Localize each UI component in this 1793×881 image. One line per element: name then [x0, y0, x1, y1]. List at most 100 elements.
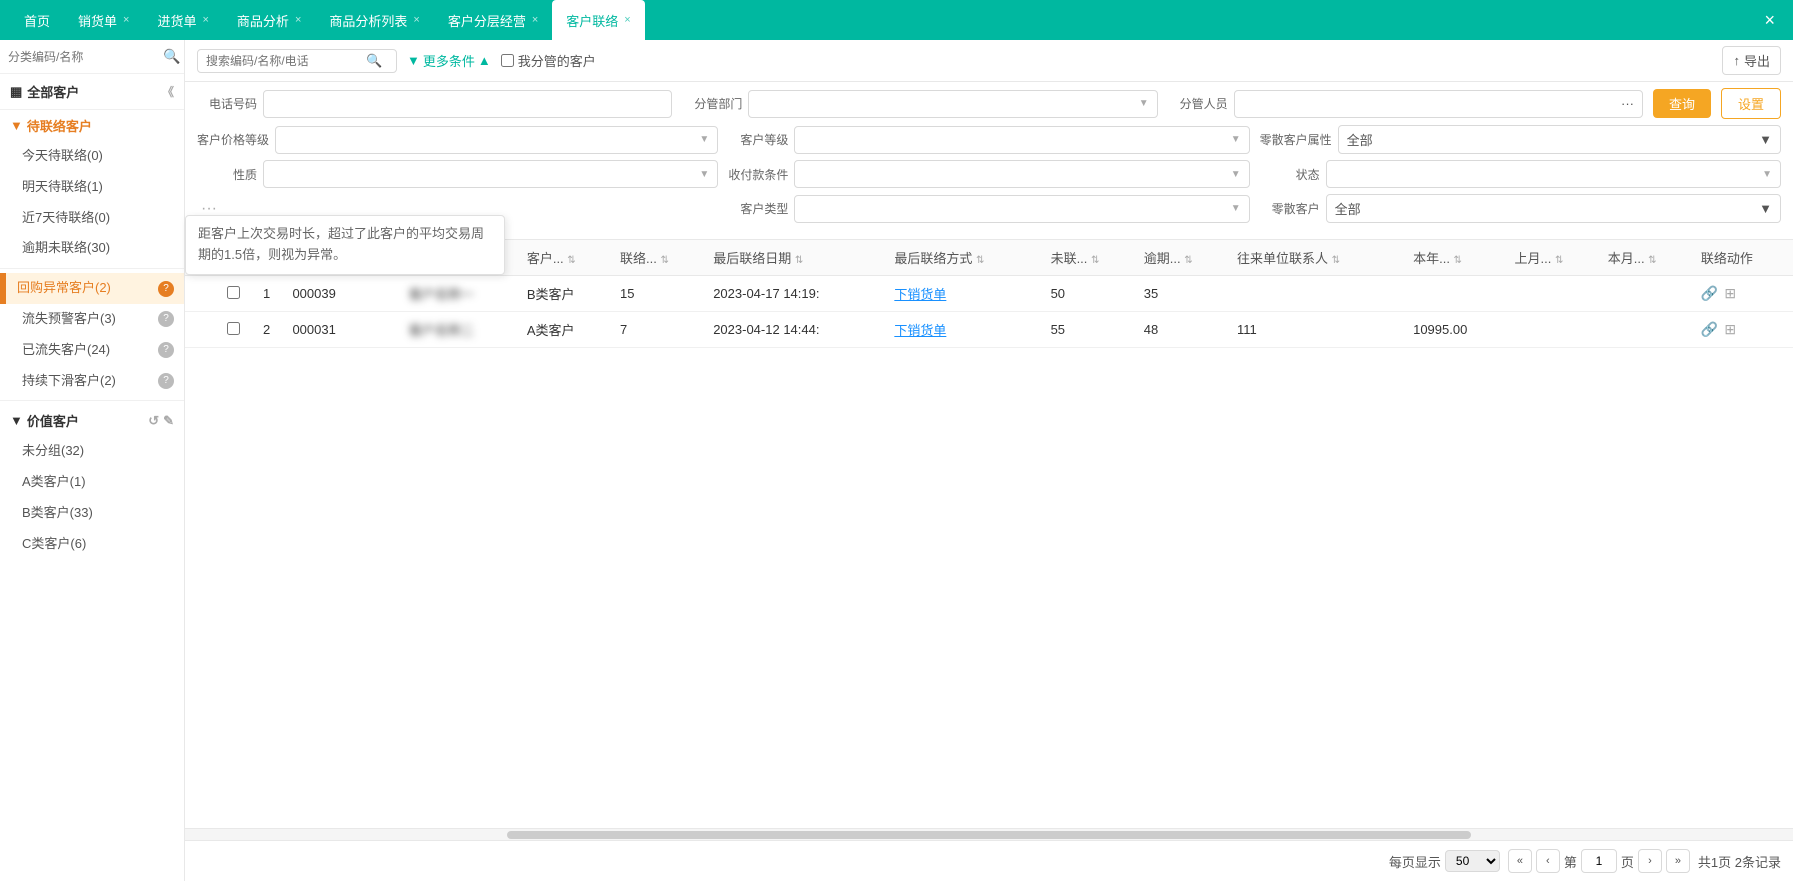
close-product-list-icon[interactable]: ×: [413, 14, 419, 26]
sidebar-item-repurchase-anomaly[interactable]: 回购异常客户(2) ?: [0, 273, 184, 304]
adv-input-manager[interactable]: ···: [1234, 90, 1643, 118]
my-customers-checkbox[interactable]: [501, 54, 514, 67]
td-check-2[interactable]: [221, 312, 257, 348]
adv-input-customer-level[interactable]: ▼: [794, 126, 1249, 154]
more-conditions-btn[interactable]: ▼ 更多条件 ▲: [407, 51, 491, 70]
th-unit-contact[interactable]: 往来单位联系人 ⇅: [1231, 240, 1407, 276]
td-last-way-1[interactable]: 下销货单: [888, 276, 1044, 312]
close-customer-contact-icon[interactable]: ×: [624, 14, 630, 26]
close-product-analysis-icon[interactable]: ×: [295, 14, 301, 26]
set-button[interactable]: 设置: [1721, 88, 1781, 119]
sidebar-search-input[interactable]: [8, 50, 163, 64]
declining-help-icon[interactable]: ?: [158, 373, 174, 389]
churn-warning-help-icon[interactable]: ?: [158, 311, 174, 327]
filter-search-icon[interactable]: 🔍: [366, 53, 382, 69]
current-page-input[interactable]: [1581, 849, 1617, 873]
nav-customer-layer[interactable]: 客户分层经营 ×: [434, 0, 552, 40]
td-name-2: 客户名称二: [403, 312, 521, 348]
refresh-icon[interactable]: ↺: [148, 413, 159, 429]
horizontal-scrollbar[interactable]: [185, 828, 1793, 840]
nav-purchase[interactable]: 进货单 ×: [143, 0, 222, 40]
action-grid-icon-1[interactable]: ⊞: [1724, 285, 1736, 302]
anomaly-help-icon[interactable]: ?: [158, 281, 174, 297]
adv-input-nature[interactable]: ▼: [263, 160, 718, 188]
last-way-link-2[interactable]: 下销货单: [894, 323, 946, 338]
sidebar-all-customers[interactable]: ▦ 全部客户 《: [0, 74, 184, 110]
row2-checkbox[interactable]: [227, 322, 240, 335]
adv-input-phone[interactable]: [263, 90, 672, 118]
scrollbar-thumb[interactable]: [507, 831, 1472, 839]
row1-checkbox[interactable]: [227, 286, 240, 299]
close-purchase-icon[interactable]: ×: [202, 14, 208, 26]
adv-select-retail-attr[interactable]: 全部 ▼: [1338, 125, 1781, 154]
td-type-2: A类客户: [521, 312, 614, 348]
filter-search-input[interactable]: [206, 54, 366, 68]
adv-input-dept[interactable]: ▼: [748, 90, 1157, 118]
filter-icon: ▼: [407, 53, 420, 68]
adv-filter-row3: 性质 ▼ 收付款条件 ▼ 状态: [197, 160, 1781, 188]
customer-name-2: 客户名称二: [409, 323, 474, 338]
nav-sales[interactable]: 销货单 ×: [64, 0, 143, 40]
edit-icon[interactable]: ✎: [163, 413, 174, 429]
close-customer-layer-icon[interactable]: ×: [532, 14, 538, 26]
query-button[interactable]: 查询: [1653, 89, 1711, 118]
nav-product-list[interactable]: 商品分析列表 ×: [315, 0, 433, 40]
th-last-month[interactable]: 上月... ⇅: [1509, 240, 1602, 276]
sidebar-group-pending[interactable]: ▼ 待联络客户: [0, 110, 184, 141]
sidebar-item-7days[interactable]: 近7天待联络(0): [0, 203, 184, 234]
sidebar-item-tomorrow[interactable]: 明天待联络(1): [0, 172, 184, 203]
adv-input-payment[interactable]: ▼: [794, 160, 1249, 188]
churned-help-icon[interactable]: ?: [158, 342, 174, 358]
sidebar-item-overdue[interactable]: 逾期未联络(30): [0, 233, 184, 264]
top-nav: 首页 销货单 × 进货单 × 商品分析 × 商品分析列表 × 客户分层经营 × …: [0, 0, 1793, 40]
sidebar-collapse-icon[interactable]: 《: [162, 83, 174, 100]
th-contact[interactable]: 联络... ⇅: [614, 240, 707, 276]
action-link-icon-2[interactable]: 🔗: [1701, 321, 1718, 338]
prev-page-button[interactable]: ‹: [1536, 849, 1560, 873]
th-overdue[interactable]: 逾期... ⇅: [1138, 240, 1231, 276]
price-level-down-icon: ▼: [699, 134, 709, 145]
th-last-way[interactable]: 最后联络方式 ⇅: [888, 240, 1044, 276]
th-uncontacted[interactable]: 未联... ⇅: [1045, 240, 1138, 276]
adv-input-status[interactable]: ▼: [1326, 160, 1781, 188]
last-way-link-1[interactable]: 下销货单: [894, 287, 946, 302]
grid-icon: ▦: [10, 84, 22, 100]
action-grid-icon-2[interactable]: ⊞: [1724, 321, 1736, 338]
td-name-1: 客户名称一: [403, 276, 521, 312]
export-button[interactable]: ↑ 导出: [1722, 46, 1781, 75]
sidebar-item-b-class[interactable]: B类客户(33): [0, 498, 184, 529]
sidebar-item-declining[interactable]: 持续下滑客户(2) ?: [0, 366, 184, 397]
sidebar-item-already-churned[interactable]: 已流失客户(24) ?: [0, 335, 184, 366]
sidebar-group-value[interactable]: ▼ 价值客户 ↺ ✎: [0, 405, 184, 436]
td-check-1[interactable]: [221, 276, 257, 312]
adv-input-price-level[interactable]: ▼: [275, 126, 718, 154]
last-page-button[interactable]: »: [1666, 849, 1690, 873]
th-this-month[interactable]: 本月... ⇅: [1602, 240, 1695, 276]
window-close-button[interactable]: ×: [1756, 10, 1783, 31]
nav-customer-contact[interactable]: 客户联络 ×: [552, 0, 644, 40]
sidebar-item-churn-warning[interactable]: 流失预警客户(3) ?: [0, 304, 184, 335]
page-navigation: « ‹ 第 页 › »: [1508, 849, 1690, 873]
close-sales-icon[interactable]: ×: [123, 14, 129, 26]
sidebar-item-c-class[interactable]: C类客户(6): [0, 529, 184, 560]
nav-product-analysis[interactable]: 商品分析 ×: [223, 0, 315, 40]
per-page-select[interactable]: 50 20 100: [1445, 850, 1500, 872]
td-last-way-2[interactable]: 下销货单: [888, 312, 1044, 348]
th-action: 联络动作: [1695, 240, 1793, 276]
sidebar-search-icon[interactable]: 🔍: [163, 48, 180, 65]
next-page-button[interactable]: ›: [1638, 849, 1662, 873]
th-last-date[interactable]: 最后联络日期 ⇅: [707, 240, 888, 276]
action-link-icon-1[interactable]: 🔗: [1701, 285, 1718, 302]
th-this-year[interactable]: 本年... ⇅: [1407, 240, 1508, 276]
contact-sort-icon: ⇅: [660, 255, 668, 266]
sidebar-item-unclassified[interactable]: 未分组(32): [0, 436, 184, 467]
arrow-down-icon: ▼: [10, 118, 23, 133]
my-customers-checkbox-area[interactable]: 我分管的客户: [501, 51, 596, 70]
sidebar-item-today[interactable]: 今天待联络(0): [0, 141, 184, 172]
first-page-button[interactable]: «: [1508, 849, 1532, 873]
adv-select-retail-customer[interactable]: 全部 ▼: [1326, 194, 1781, 223]
adv-input-customer-type[interactable]: ▼: [794, 195, 1249, 223]
th-type[interactable]: 客户... ⇅: [521, 240, 614, 276]
sidebar-item-a-class[interactable]: A类客户(1): [0, 467, 184, 498]
nav-home[interactable]: 首页: [10, 0, 64, 40]
